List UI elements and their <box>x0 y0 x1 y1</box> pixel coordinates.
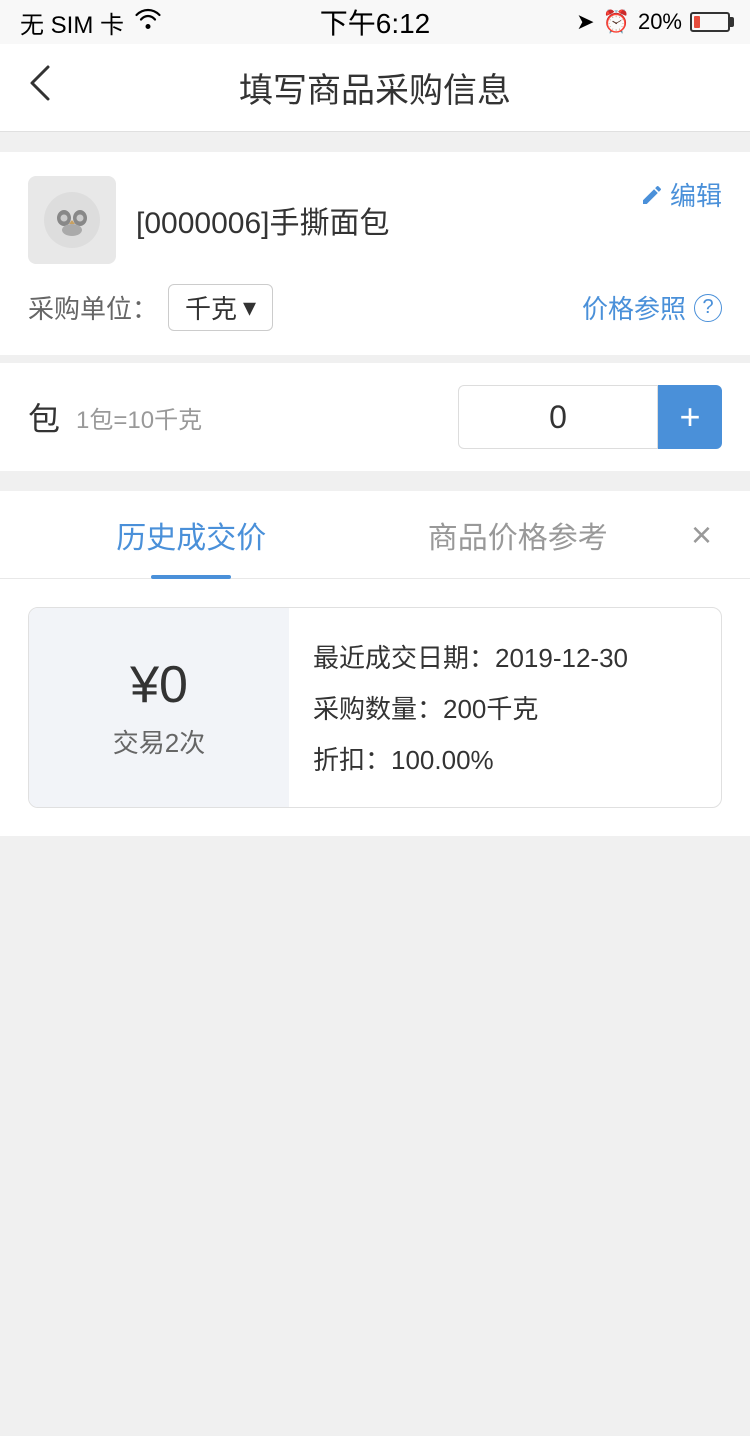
purchase-qty-label: 采购数量： <box>313 694 443 724</box>
product-name: [0000006]手撕面包 <box>136 198 389 242</box>
unit-value: 千克 <box>185 289 237 326</box>
nav-bar: 填写商品采购信息 <box>0 44 750 132</box>
edit-button[interactable]: 编辑 <box>640 176 722 213</box>
tab-close-button[interactable]: × <box>681 504 722 566</box>
alarm-icon: ⏰ <box>603 9 630 35</box>
purchase-qty-row: 采购数量：200千克 <box>313 689 697 726</box>
carrier-label: 无 SIM 卡 <box>20 5 124 40</box>
quantity-input[interactable]: 0 <box>458 385 658 449</box>
transaction-count: 交易2次 <box>113 723 205 760</box>
price-ref-help-icon: ? <box>694 294 722 322</box>
tab-history-price[interactable]: 历史成交价 <box>28 491 354 579</box>
product-card: [0000006]手撕面包 编辑 采购单位： 千克 ▾ 价格参照 ? <box>0 152 750 355</box>
battery-icon <box>690 12 730 32</box>
unit-left: 采购单位： 千克 ▾ <box>28 284 273 331</box>
plus-icon: + <box>679 396 700 438</box>
status-time: 下午6:12 <box>320 2 431 42</box>
recent-date-label: 最近成交日期： <box>313 643 495 673</box>
price-ref-label: 价格参照 <box>582 289 686 326</box>
discount-label: 折扣： <box>313 745 391 775</box>
status-bar: 无 SIM 卡 下午6:12 ➤ ⏰ 20% <box>0 0 750 44</box>
quantity-control: 0 + <box>458 385 722 449</box>
quantity-plus-button[interactable]: + <box>658 385 722 449</box>
discount-row: 折扣：100.00% <box>313 740 697 777</box>
wifi-icon <box>134 8 162 37</box>
battery-percent: 20% <box>638 9 682 35</box>
discount-value: 100.00% <box>391 745 494 775</box>
tab-product-price-ref[interactable]: 商品价格参考 <box>354 491 680 579</box>
status-right: ➤ ⏰ 20% <box>576 9 730 35</box>
product-left: [0000006]手撕面包 <box>28 176 389 264</box>
price-reference-button[interactable]: 价格参照 ? <box>582 289 722 326</box>
back-button[interactable] <box>28 63 52 112</box>
tabs-header: 历史成交价 商品价格参考 × <box>0 491 750 579</box>
recent-date-value: 2019-12-30 <box>495 643 628 673</box>
quantity-label: 包 1包=10千克 <box>28 394 202 440</box>
location-icon: ➤ <box>576 9 594 35</box>
product-image <box>28 176 116 264</box>
transaction-right: 最近成交日期：2019-12-30 采购数量：200千克 折扣：100.00% <box>289 608 721 807</box>
transaction-price: ¥0 <box>130 655 188 715</box>
page-title: 填写商品采购信息 <box>239 63 511 112</box>
product-unit-row: 采购单位： 千克 ▾ 价格参照 ? <box>28 284 722 331</box>
transaction-content: ¥0 交易2次 最近成交日期：2019-12-30 采购数量：200千克 折扣：… <box>0 579 750 836</box>
unit-select-dropdown[interactable]: 千克 ▾ <box>168 284 273 331</box>
qty-unit-name: 包 <box>28 394 60 440</box>
quantity-row: 包 1包=10千克 0 + <box>0 363 750 471</box>
status-left: 无 SIM 卡 <box>20 5 162 40</box>
qty-conversion-text: 1包=10千克 <box>76 400 202 435</box>
purchase-qty-value: 200千克 <box>443 694 538 724</box>
transaction-card: ¥0 交易2次 最近成交日期：2019-12-30 采购数量：200千克 折扣：… <box>28 607 722 808</box>
tabs-section: 历史成交价 商品价格参考 × ¥0 交易2次 最近成交日期：2019-12-30… <box>0 491 750 836</box>
divider <box>0 355 750 363</box>
unit-label: 采购单位： <box>28 289 158 326</box>
recent-date-row: 最近成交日期：2019-12-30 <box>313 638 697 675</box>
transaction-left: ¥0 交易2次 <box>29 608 289 807</box>
bottom-space <box>0 836 750 1436</box>
dropdown-icon: ▾ <box>243 292 256 323</box>
